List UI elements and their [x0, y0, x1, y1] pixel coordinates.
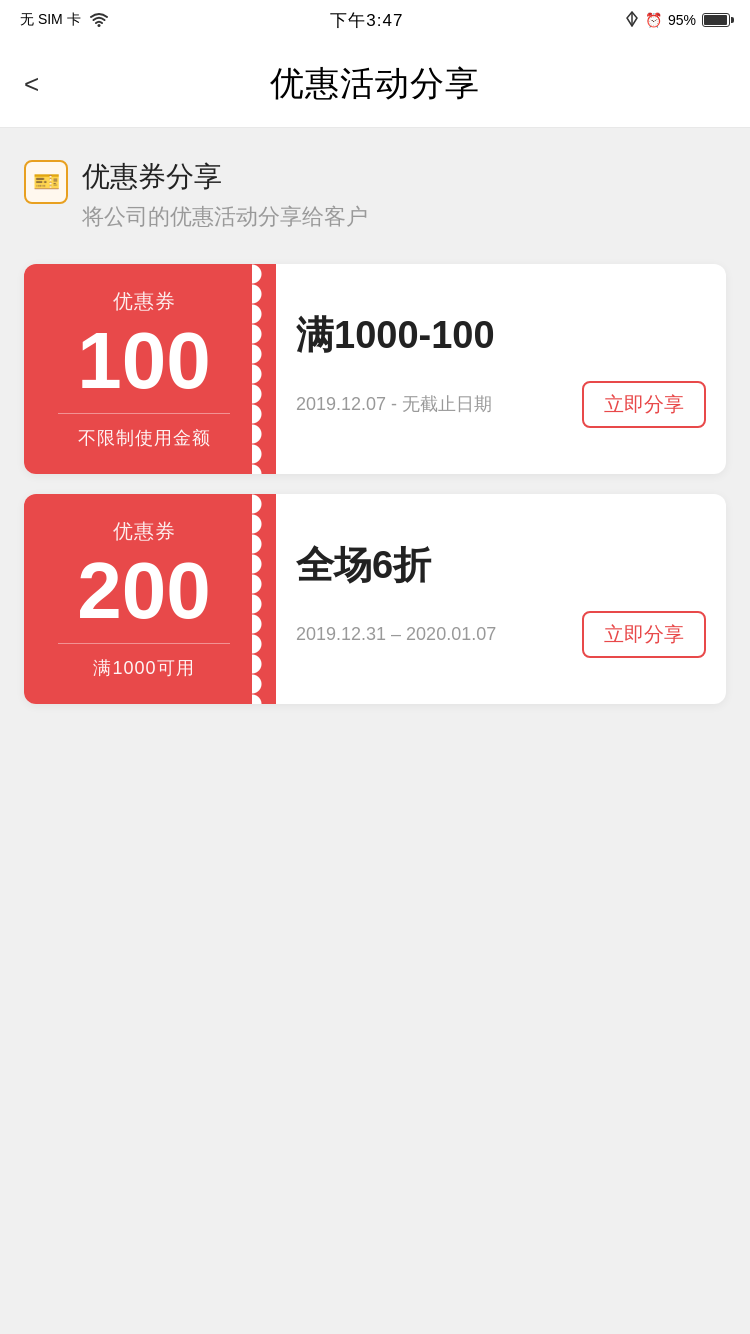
coupon-label-1: 优惠券: [113, 288, 176, 315]
wifi-icon: [89, 11, 109, 30]
coupon-right-1: 满1000-100 2019.12.07 - 无截止日期 立即分享: [264, 264, 726, 474]
coupon-bottom-row-1: 2019.12.07 - 无截止日期 立即分享: [296, 381, 706, 428]
nav-bar: < 优惠活动分享: [0, 40, 750, 128]
coupon-card-1: 优惠券 100 不限制使用金额 满1000-100 2019.12.07 - 无…: [24, 264, 726, 474]
status-left: 无 SIM 卡: [20, 11, 109, 30]
coupon-date-1: 2019.12.07 - 无截止日期: [296, 392, 572, 417]
coupon-left-2: 优惠券 200 满1000可用: [24, 494, 264, 704]
coupon-icon: 🎫: [33, 169, 60, 195]
svg-point-0: [97, 24, 100, 27]
page-title: 优惠活动分享: [270, 61, 480, 107]
coupon-card-2: 优惠券 200 满1000可用 全场6折 2019.12.31 – 2020.0…: [24, 494, 726, 704]
coupon-condition-1: 不限制使用金额: [78, 426, 211, 450]
section-text: 优惠券分享 将公司的优惠活动分享给客户: [82, 158, 368, 232]
coupon-name-1: 满1000-100: [296, 310, 706, 361]
status-time: 下午3:47: [330, 9, 403, 32]
status-bar: 无 SIM 卡 下午3:47 ⏰ 95%: [0, 0, 750, 40]
coupon-name-2: 全场6折: [296, 540, 706, 591]
coupon-condition-2: 满1000可用: [93, 656, 194, 680]
coupon-amount-2: 200: [77, 551, 210, 631]
coupon-left-1: 优惠券 100 不限制使用金额: [24, 264, 264, 474]
coupon-amount-1: 100: [77, 321, 210, 401]
status-right: ⏰ 95%: [625, 11, 730, 30]
share-button-2[interactable]: 立即分享: [582, 611, 706, 658]
battery-icon: [702, 13, 730, 27]
section-icon: 🎫: [24, 160, 68, 204]
section-title: 优惠券分享: [82, 158, 368, 196]
empty-area: [0, 720, 750, 1220]
back-button[interactable]: <: [24, 71, 39, 97]
carrier-label: 无 SIM 卡: [20, 11, 81, 29]
coupon-label-2: 优惠券: [113, 518, 176, 545]
coupon-right-2: 全场6折 2019.12.31 – 2020.01.07 立即分享: [264, 494, 726, 704]
section-header: 🎫 优惠券分享 将公司的优惠活动分享给客户: [0, 128, 750, 248]
battery-percent: 95%: [668, 12, 696, 28]
alarm-icon: ⏰: [645, 12, 662, 28]
coupon-list: 优惠券 100 不限制使用金额 满1000-100 2019.12.07 - 无…: [0, 248, 750, 720]
share-button-1[interactable]: 立即分享: [582, 381, 706, 428]
coupon-divider-2: [58, 643, 231, 644]
coupon-divider-1: [58, 413, 231, 414]
section-subtitle: 将公司的优惠活动分享给客户: [82, 202, 368, 232]
location-icon: [625, 11, 639, 30]
coupon-bottom-row-2: 2019.12.31 – 2020.01.07 立即分享: [296, 611, 706, 658]
coupon-date-2: 2019.12.31 – 2020.01.07: [296, 622, 572, 647]
